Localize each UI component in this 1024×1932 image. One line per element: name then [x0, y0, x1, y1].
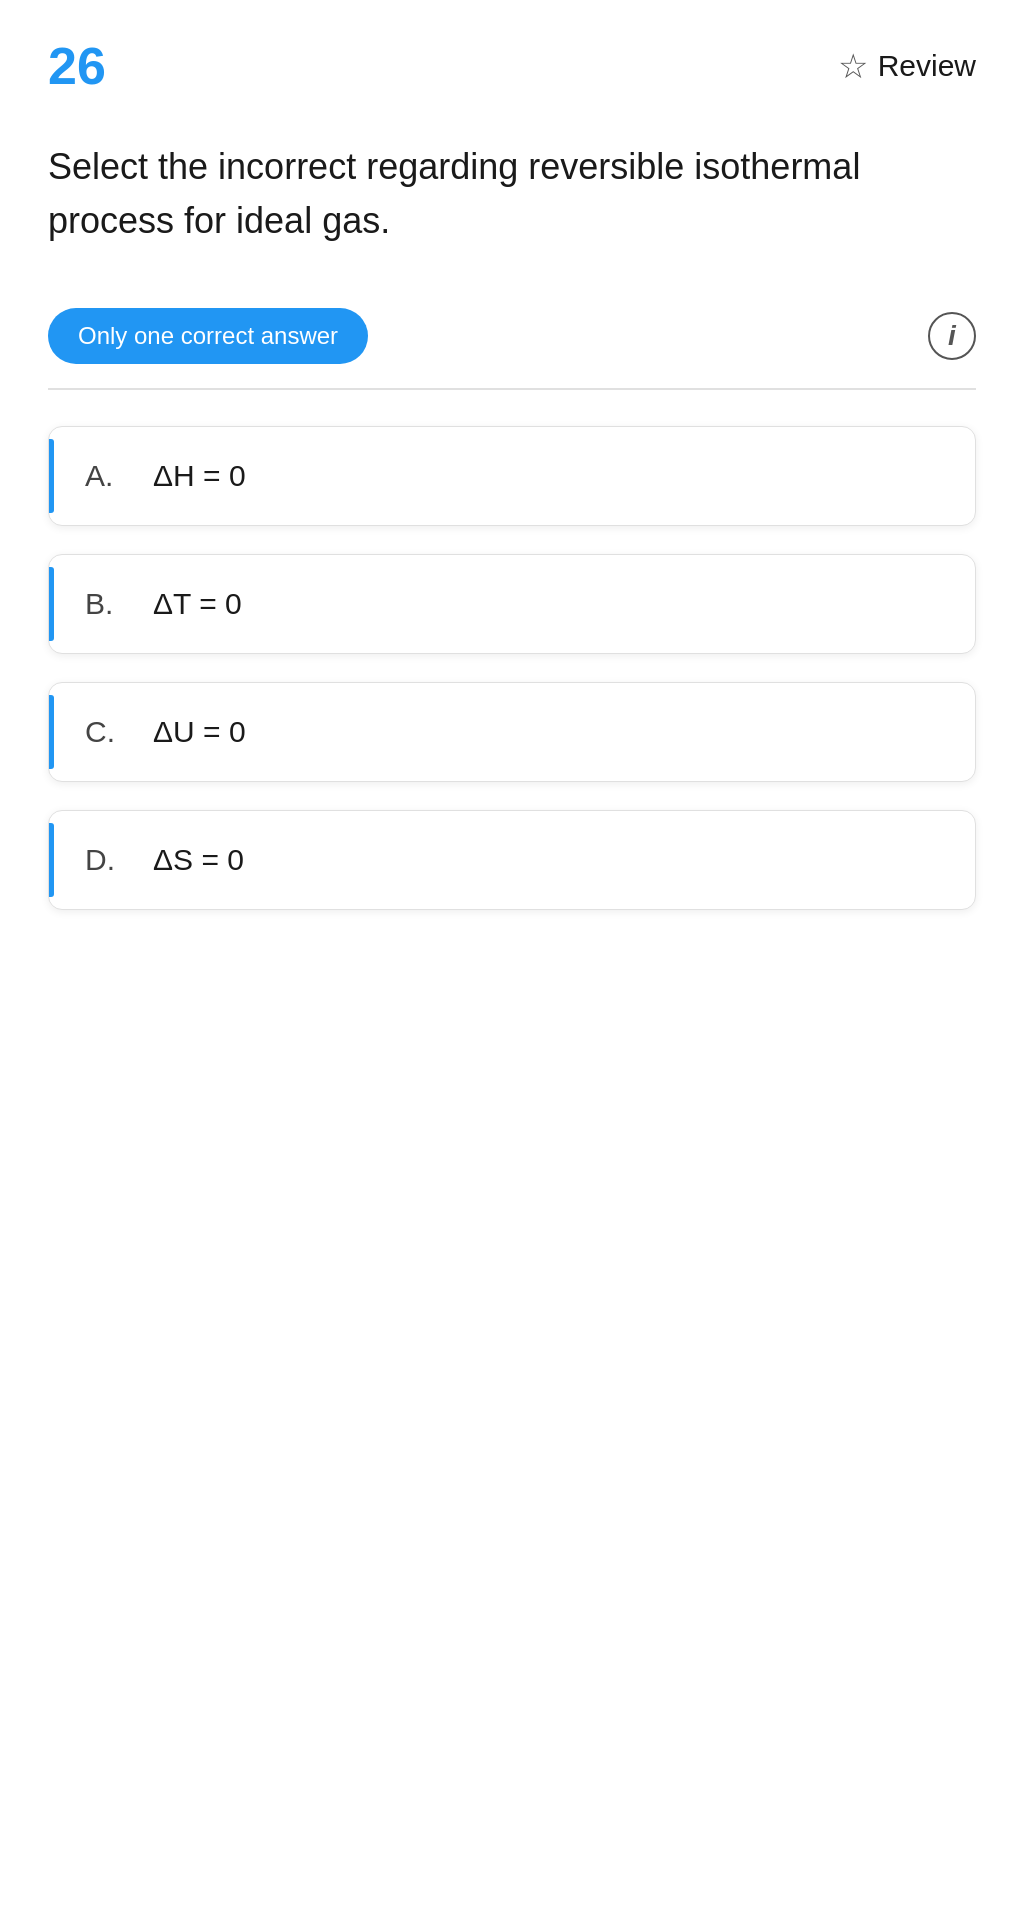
option-item[interactable]: C. ΔU = 0	[48, 682, 976, 782]
review-button[interactable]: ☆ Review	[838, 46, 976, 86]
option-item[interactable]: D. ΔS = 0	[48, 810, 976, 910]
option-text: ΔT = 0	[153, 587, 242, 621]
info-icon[interactable]: i	[928, 312, 976, 360]
star-icon: ☆	[838, 46, 868, 86]
option-label: D.	[85, 843, 125, 877]
option-label: C.	[85, 715, 125, 749]
question-text: Select the incorrect regarding reversibl…	[48, 140, 976, 248]
option-label: B.	[85, 587, 125, 621]
options-list: A. ΔH = 0 B. ΔT = 0 C. ΔU = 0 D. ΔS = 0	[48, 426, 976, 910]
option-item[interactable]: A. ΔH = 0	[48, 426, 976, 526]
question-number: 26	[48, 40, 106, 92]
review-label: Review	[878, 49, 976, 83]
option-text: ΔH = 0	[153, 459, 246, 493]
option-text: ΔS = 0	[153, 843, 244, 877]
answer-type-badge: Only one correct answer	[48, 308, 368, 364]
divider	[48, 388, 976, 390]
option-item[interactable]: B. ΔT = 0	[48, 554, 976, 654]
option-label: A.	[85, 459, 125, 493]
option-text: ΔU = 0	[153, 715, 246, 749]
